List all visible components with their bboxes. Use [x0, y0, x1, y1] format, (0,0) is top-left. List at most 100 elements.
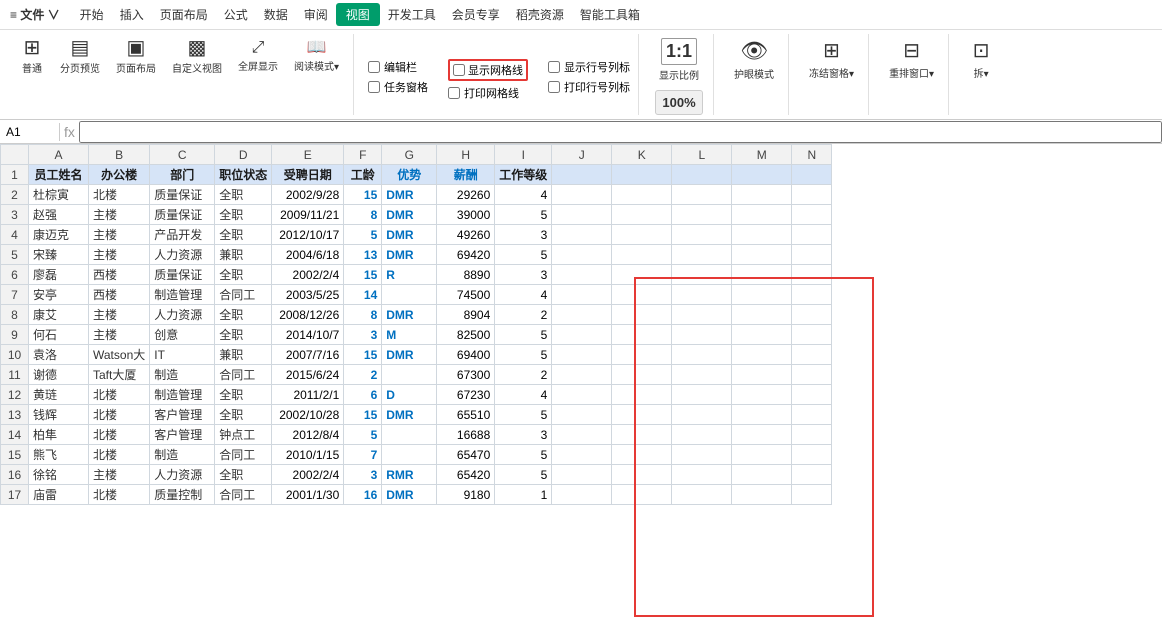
cell-r17c5[interactable]: 16: [344, 485, 382, 505]
print-gridlines-checkbox[interactable]: 打印网格线: [448, 85, 528, 101]
cell-r7ce9[interactable]: [552, 285, 612, 305]
cell-r10ce13[interactable]: [792, 345, 832, 365]
cell-r11c0[interactable]: 谢德: [29, 365, 89, 385]
cell-r6ce11[interactable]: [672, 265, 732, 285]
cell-r6c2[interactable]: 质量保证: [150, 265, 215, 285]
cell-r12c5[interactable]: 6: [344, 385, 382, 405]
cell-r5ce11[interactable]: [672, 245, 732, 265]
cell-r10ce9[interactable]: [552, 345, 612, 365]
cell-r5c8[interactable]: 5: [495, 245, 552, 265]
cell-r7ce10[interactable]: [612, 285, 672, 305]
cell-r4ce11[interactable]: [672, 225, 732, 245]
cell-r3ce11[interactable]: [672, 205, 732, 225]
cell-r14ce9[interactable]: [552, 425, 612, 445]
cell-r11c4[interactable]: 2015/6/24: [272, 365, 344, 385]
cell-r2ce11[interactable]: [672, 185, 732, 205]
cell-r17c3[interactable]: 合同工: [215, 485, 272, 505]
cell-r9c6[interactable]: M: [382, 325, 437, 345]
cell-r17c0[interactable]: 庙雷: [29, 485, 89, 505]
cell-r16ce9[interactable]: [552, 465, 612, 485]
cell-r6c5[interactable]: 15: [344, 265, 382, 285]
cell-r2c5[interactable]: 15: [344, 185, 382, 205]
cell-a1[interactable]: 员工姓名: [29, 165, 89, 185]
cell-d1[interactable]: 职位状态: [215, 165, 272, 185]
cell-r7ce12[interactable]: [732, 285, 792, 305]
cell-r6c1[interactable]: 西楼: [89, 265, 150, 285]
cell-r8ce9[interactable]: [552, 305, 612, 325]
cell-f1[interactable]: 工龄: [344, 165, 382, 185]
col-header-l[interactable]: L: [672, 145, 732, 165]
cell-r12ce9[interactable]: [552, 385, 612, 405]
formula-input[interactable]: [79, 121, 1162, 143]
cell-r9c7[interactable]: 82500: [437, 325, 495, 345]
print-gridlines-input[interactable]: [448, 87, 460, 99]
cell-r6c4[interactable]: 2002/2/4: [272, 265, 344, 285]
cell-r3ce12[interactable]: [732, 205, 792, 225]
cell-r16ce13[interactable]: [792, 465, 832, 485]
col-header-g[interactable]: G: [382, 145, 437, 165]
cell-r6c8[interactable]: 3: [495, 265, 552, 285]
cell-r2c8[interactable]: 4: [495, 185, 552, 205]
cell-r10ce11[interactable]: [672, 345, 732, 365]
menu-start[interactable]: 开始: [72, 4, 112, 25]
cell-r16c6[interactable]: RMR: [382, 465, 437, 485]
cell-r11c2[interactable]: 制造: [150, 365, 215, 385]
cell-r4c1[interactable]: 主楼: [89, 225, 150, 245]
cell-r10ce12[interactable]: [732, 345, 792, 365]
cell-r3c4[interactable]: 2009/11/21: [272, 205, 344, 225]
cell-r17c7[interactable]: 9180: [437, 485, 495, 505]
cell-r4c5[interactable]: 5: [344, 225, 382, 245]
cell-h1[interactable]: 薪酬: [437, 165, 495, 185]
cell-r14ce12[interactable]: [732, 425, 792, 445]
cell-r6c7[interactable]: 8890: [437, 265, 495, 285]
cell-n1[interactable]: [792, 165, 832, 185]
cell-b1[interactable]: 办公楼: [89, 165, 150, 185]
cell-r7c3[interactable]: 合同工: [215, 285, 272, 305]
cell-k1[interactable]: [612, 165, 672, 185]
cell-r14c8[interactable]: 3: [495, 425, 552, 445]
col-header-h[interactable]: H: [437, 145, 495, 165]
task-pane-input[interactable]: [368, 81, 380, 93]
cell-r9c0[interactable]: 何石: [29, 325, 89, 345]
cell-r15c4[interactable]: 2010/1/15: [272, 445, 344, 465]
cell-r12c6[interactable]: D: [382, 385, 437, 405]
cell-r12ce11[interactable]: [672, 385, 732, 405]
cell-r3c5[interactable]: 8: [344, 205, 382, 225]
cell-r11ce12[interactable]: [732, 365, 792, 385]
cell-r5c3[interactable]: 兼职: [215, 245, 272, 265]
cell-r11ce11[interactable]: [672, 365, 732, 385]
cell-r12c1[interactable]: 北楼: [89, 385, 150, 405]
cell-e1[interactable]: 受聘日期: [272, 165, 344, 185]
cell-r13ce13[interactable]: [792, 405, 832, 425]
cell-r10c8[interactable]: 5: [495, 345, 552, 365]
cell-r13c8[interactable]: 5: [495, 405, 552, 425]
cell-r11ce10[interactable]: [612, 365, 672, 385]
fullscreen-btn[interactable]: ⤢ 全屏显示: [232, 36, 284, 77]
cell-r9c8[interactable]: 5: [495, 325, 552, 345]
cell-r5ce10[interactable]: [612, 245, 672, 265]
cell-r11c8[interactable]: 2: [495, 365, 552, 385]
cell-r7c6[interactable]: [382, 285, 437, 305]
cell-r12c0[interactable]: 黄琏: [29, 385, 89, 405]
cell-r9ce9[interactable]: [552, 325, 612, 345]
cell-r5c7[interactable]: 69420: [437, 245, 495, 265]
cell-r5c6[interactable]: DMR: [382, 245, 437, 265]
cell-r15ce13[interactable]: [792, 445, 832, 465]
cell-r4c6[interactable]: DMR: [382, 225, 437, 245]
cell-r12c2[interactable]: 制造管理: [150, 385, 215, 405]
cell-r14ce13[interactable]: [792, 425, 832, 445]
cell-r5c1[interactable]: 主楼: [89, 245, 150, 265]
cell-r15ce9[interactable]: [552, 445, 612, 465]
cell-r9ce11[interactable]: [672, 325, 732, 345]
cell-r14ce10[interactable]: [612, 425, 672, 445]
show-gridlines-input[interactable]: [453, 64, 465, 76]
menu-formula[interactable]: 公式: [216, 4, 256, 25]
cell-r2ce13[interactable]: [792, 185, 832, 205]
cell-r12c7[interactable]: 67230: [437, 385, 495, 405]
cell-r10c5[interactable]: 15: [344, 345, 382, 365]
cell-r8ce12[interactable]: [732, 305, 792, 325]
cell-r5c0[interactable]: 宋臻: [29, 245, 89, 265]
cell-r4ce9[interactable]: [552, 225, 612, 245]
menu-insert[interactable]: 插入: [112, 4, 152, 25]
cell-r8c1[interactable]: 主楼: [89, 305, 150, 325]
